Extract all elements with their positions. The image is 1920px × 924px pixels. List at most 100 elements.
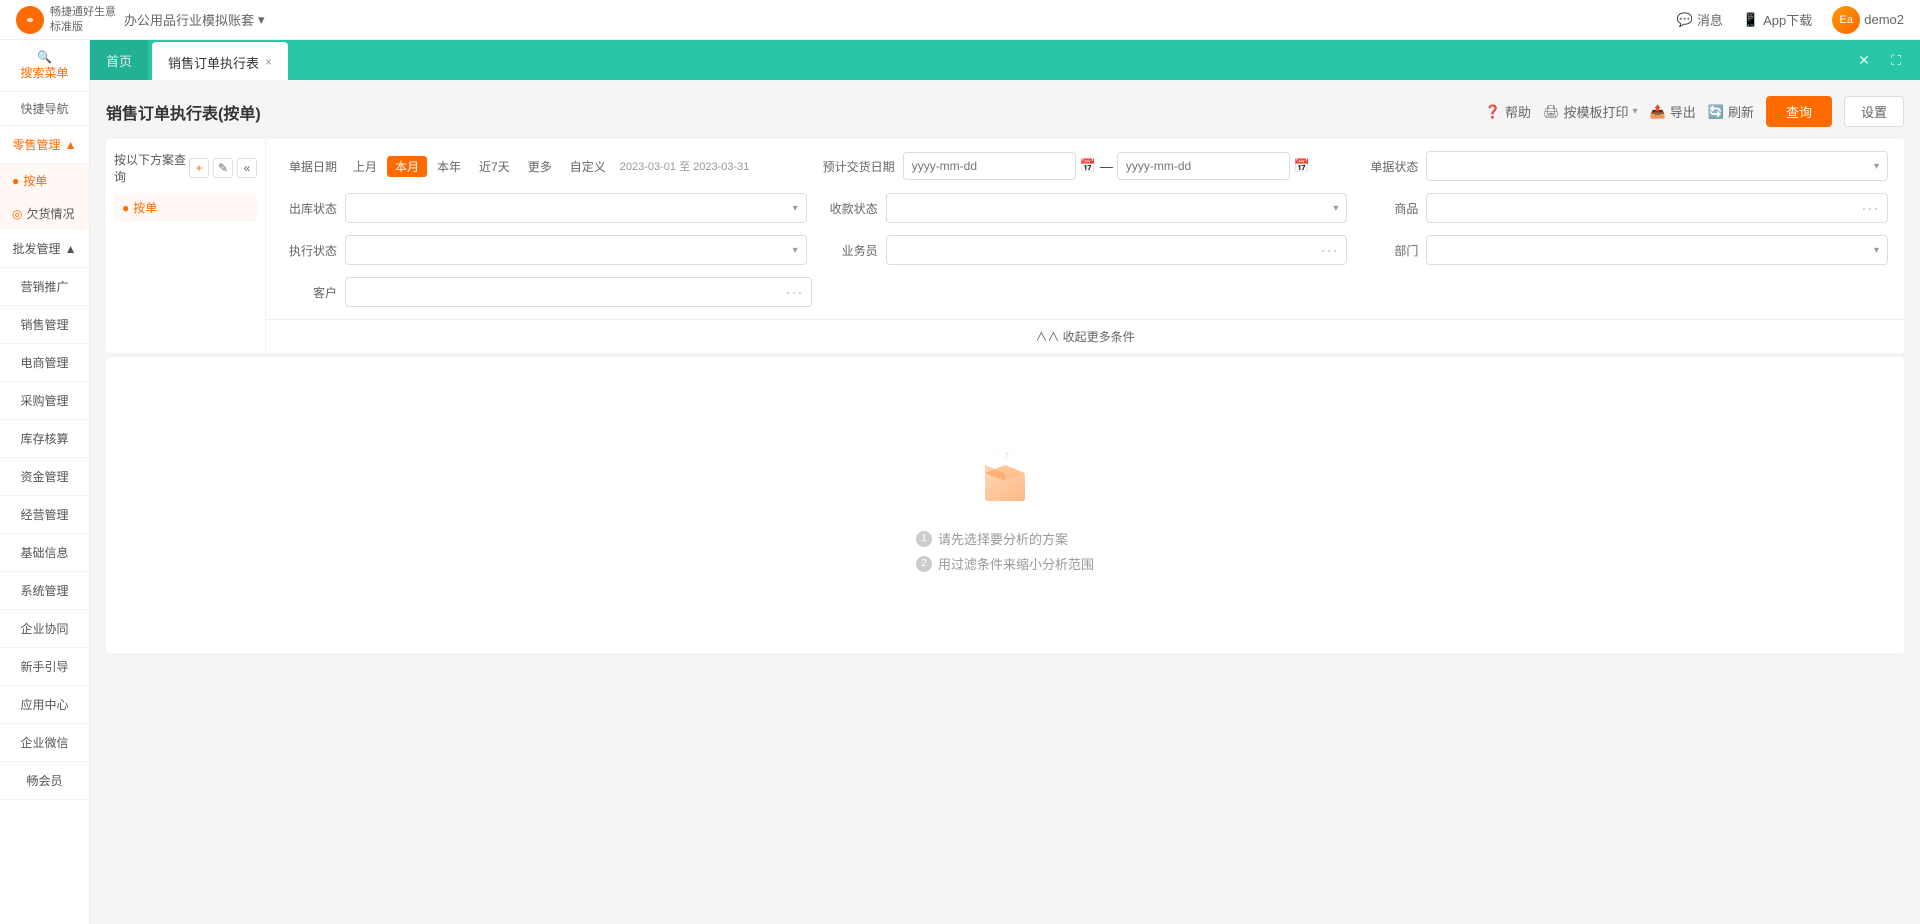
order-status-chevron: ▾ [1874,161,1879,172]
calendar-start-icon[interactable]: 📅 [1080,158,1096,174]
calendar-end-icon[interactable]: 📅 [1294,158,1310,174]
sidebar-item-system-label: 系统管理 [20,582,68,599]
query-button[interactable]: 查询 [1766,96,1832,127]
scheme-add-btn[interactable]: + [189,158,209,178]
delivery-chevron: ▾ [793,203,798,214]
goods-more-icon[interactable]: ··· [1861,198,1879,219]
collapse-up-icon: ∧∧ [1035,330,1059,344]
date-tab-this-month[interactable]: 本月 [387,156,427,177]
sidebar-item-ecommerce[interactable]: 电商管理 [0,344,89,382]
filter-date-group: 单据日期 上月 本月 本年 近7天 更多 自定义 [282,156,807,177]
exec-status-select[interactable]: ▾ [345,235,807,265]
user-label: demo2 [1864,12,1904,27]
filter-customer-group: 客户 ··· [282,277,812,307]
sidebar-item-appstore[interactable]: 应用中心 [0,686,89,724]
sidebar-item-wholesale-label: 批发管理 [13,240,61,257]
tab-bar-actions: ✕ ⛶ [1852,48,1920,72]
export-icon: 📤 [1650,104,1666,120]
app-download-action[interactable]: 📱 App下载 [1743,10,1812,29]
sidebar-item-member[interactable]: 畅会员 [0,762,89,800]
sidebar-search-label: 搜索菜单 [8,64,81,81]
goods-label: 商品 [1363,200,1418,217]
filter-row-3: 执行状态 ▾ 业务员 [282,235,1888,265]
app-download-icon: 📱 [1743,12,1759,28]
message-action[interactable]: 💬 消息 [1677,10,1723,29]
order-dot-icon: ● [12,174,19,188]
exec-chevron: ▾ [793,245,798,256]
expected-date-start[interactable] [903,152,1076,180]
refresh-btn[interactable]: 🔄 刷新 [1708,102,1754,121]
sidebar-item-retail[interactable]: 零售管理 ▲ [0,126,89,164]
sidebar-item-enterprise[interactable]: 企业协同 [0,610,89,648]
search-icon: 🔍 [37,50,52,64]
expected-date-label: 预计交货日期 [823,158,895,175]
template-print-btn[interactable]: 🖨 按模板打印 ▾ [1543,102,1638,121]
sidebar-item-newbie[interactable]: 新手引导 [0,648,89,686]
payment-status-select[interactable]: ▾ [886,193,1348,223]
sidebar-item-appstore-label: 应用中心 [20,696,68,713]
filter-row-4: 客户 ··· [282,277,1888,307]
empty-tips: 1 请先选择要分析的方案 2 用过滤条件来缩小分析范围 [916,529,1094,573]
filter-form: 单据日期 上月 本月 本年 近7天 更多 自定义 [266,139,1904,353]
customer-label: 客户 [282,284,337,301]
customer-more-icon[interactable]: ··· [785,282,803,303]
sidebar-item-marketing[interactable]: 营销推广 [0,268,89,306]
department-select[interactable]: ▾ [1426,235,1888,265]
date-tab-last-month[interactable]: 上月 [345,156,385,177]
department-chevron: ▾ [1874,245,1879,256]
tab-home[interactable]: 首页 [90,40,148,80]
sidebar-item-operation[interactable]: 经营管理 [0,496,89,534]
delivery-status-label: 出库状态 [282,200,337,217]
sidebar-item-finance[interactable]: 资金管理 [0,458,89,496]
scheme-item-order[interactable]: ● 按单 [114,193,257,222]
user-action[interactable]: Ea demo2 [1832,6,1904,34]
tab-sales-order[interactable]: 销售订单执行表 × [152,42,288,82]
sidebar-item-newbie-label: 新手引导 [20,658,68,675]
print-icon: 🖨 [1543,104,1560,120]
scheme-collapse-btn[interactable]: « [237,158,257,178]
order-status-select[interactable]: ▾ [1426,151,1888,181]
tab-expand-btn[interactable]: ⛶ [1884,48,1908,72]
sidebar-sub-item-order[interactable]: ● 按单 [0,164,89,197]
sidebar-quick-nav[interactable]: 快捷导航 [0,92,89,126]
sidebar-item-wechat[interactable]: 企业微信 [0,724,89,762]
avatar: Ea [1832,6,1860,34]
export-btn[interactable]: 📤 导出 [1650,102,1696,121]
nav-dropdown-chevron: ▾ [258,12,265,28]
refresh-icon: 🔄 [1708,104,1724,120]
tab-close-btn[interactable]: ✕ [1852,48,1876,72]
filter-department-group: 部门 ▾ [1363,235,1888,265]
sidebar-item-basic[interactable]: 基础信息 [0,534,89,572]
sidebar-search[interactable]: 🔍 搜索菜单 [0,40,89,92]
scheme-header: 按以下方案查询 + ✎ « [114,151,257,185]
filter-expected-date-group: 预计交货日期 📅 — 📅 [823,152,1348,180]
sidebar-sub-retail: ● 按单 ◎ 欠货情况 [0,164,89,230]
sidebar: 🔍 搜索菜单 快捷导航 零售管理 ▲ ● 按单 ◎ 欠货情况 批发管理 ▲ [0,40,90,924]
settings-button[interactable]: 设置 [1844,96,1904,127]
filter-delivery-group: 出库状态 ▾ [282,193,807,223]
tab-bar: 首页 销售订单执行表 × ✕ ⛶ [90,40,1920,80]
help-btn[interactable]: ❓ 帮助 [1485,102,1531,121]
collapse-btn[interactable]: ∧∧ 收起更多条件 [266,319,1904,353]
date-tab-7days[interactable]: 近7天 [471,156,518,177]
date-tab-this-year[interactable]: 本年 [429,156,469,177]
sidebar-item-sales[interactable]: 销售管理 [0,306,89,344]
scheme-panel: 按以下方案查询 + ✎ « [106,139,266,353]
wholesale-arrow-icon: ▲ [65,242,77,256]
sidebar-item-purchase[interactable]: 采购管理 [0,382,89,420]
sidebar-item-system[interactable]: 系统管理 [0,572,89,610]
salesperson-more-icon[interactable]: ··· [1320,240,1338,261]
tab-close-icon[interactable]: × [265,55,272,69]
collapse-label: 收起更多条件 [1063,330,1135,344]
date-tab-more[interactable]: 更多 [520,156,560,177]
svg-text:↑: ↑ [995,448,999,457]
expected-date-end[interactable] [1117,152,1290,180]
sidebar-item-wholesale[interactable]: 批发管理 ▲ [0,230,89,268]
nav-dropdown[interactable]: 办公用品行业模拟账套 ▾ [124,10,265,29]
delivery-status-select[interactable]: ▾ [345,193,807,223]
payment-status-label: 收款状态 [823,200,878,217]
sidebar-item-inventory[interactable]: 库存核算 [0,420,89,458]
scheme-edit-btn[interactable]: ✎ [213,158,233,178]
date-tab-custom[interactable]: 自定义 [562,156,614,177]
sidebar-sub-item-debt[interactable]: ◎ 欠货情况 [0,197,89,230]
